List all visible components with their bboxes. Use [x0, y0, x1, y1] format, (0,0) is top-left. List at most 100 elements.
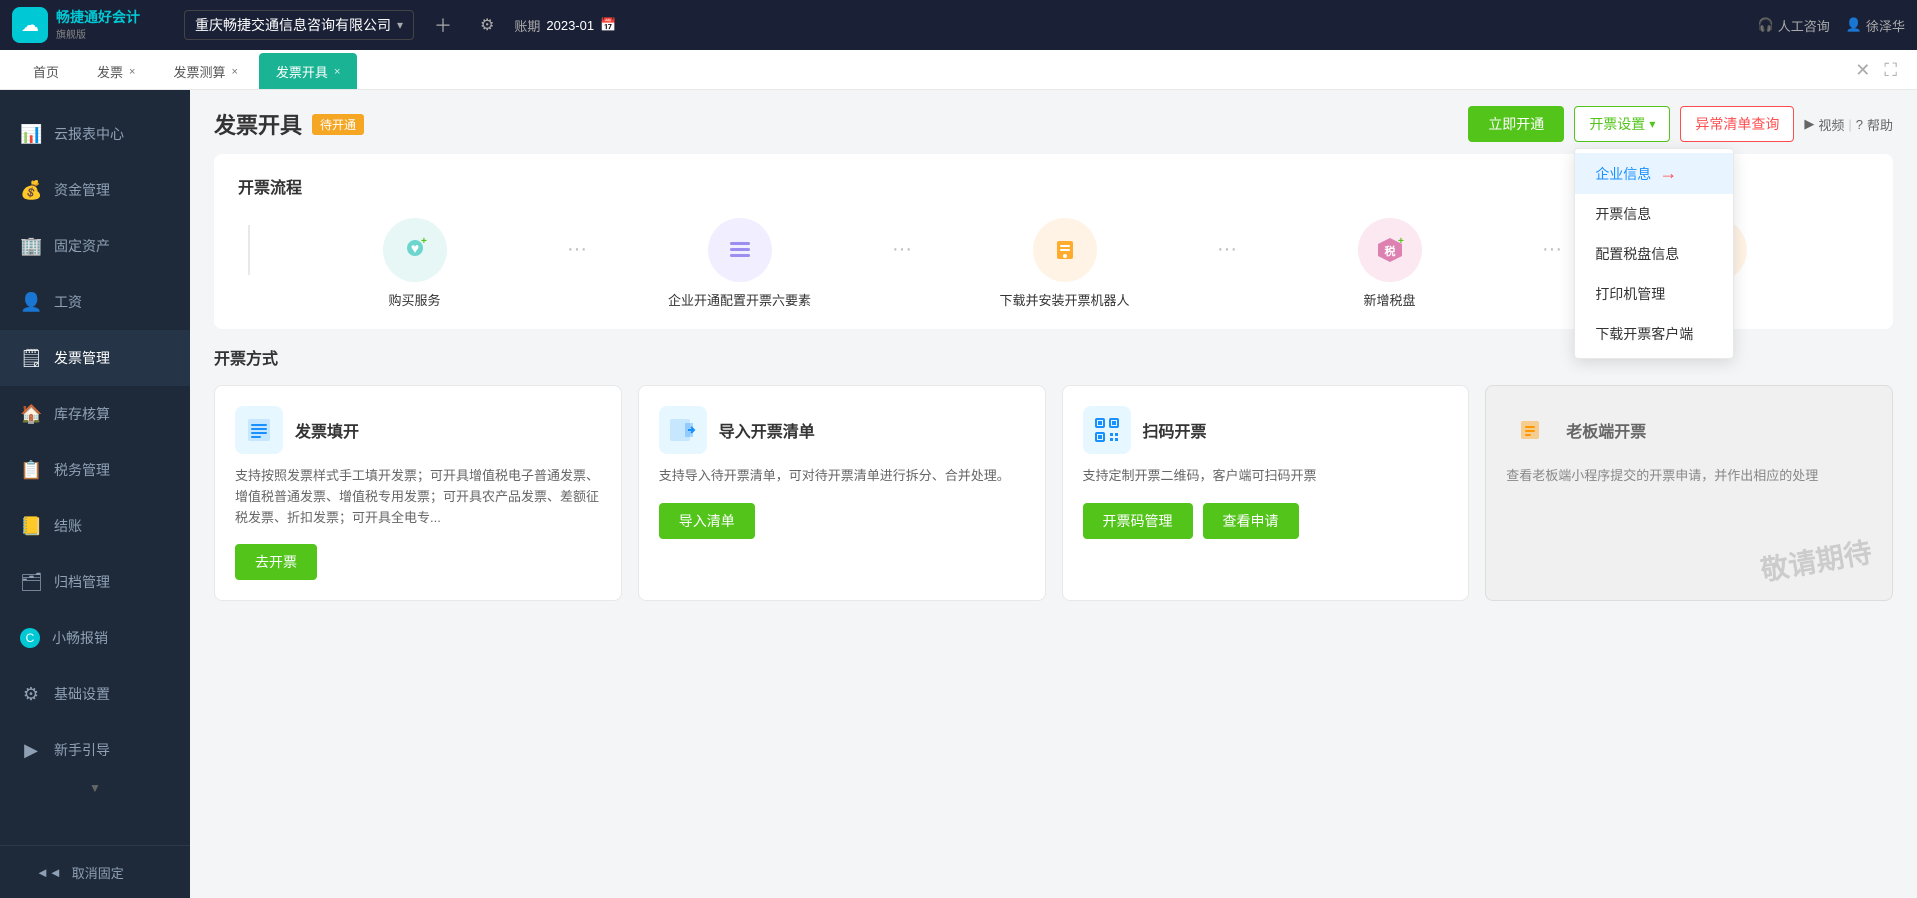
dropdown-invoice-info[interactable]: 开票信息 — [1575, 194, 1733, 234]
page-title: 发票开具 — [214, 108, 302, 140]
sidebar-cancel-pin[interactable]: ◄◄ 取消固定 — [16, 854, 174, 890]
tab-fapiao-label: 发票 — [97, 62, 123, 81]
flow-arrow-1: ··· — [567, 238, 587, 261]
fill-invoice-title: 发票填开 — [295, 418, 359, 442]
gudingzichan-icon: 🏢 — [20, 236, 42, 257]
sidebar-label-xinshou: 新手引导 — [54, 740, 110, 760]
sidebar-item-gudingzichan[interactable]: 🏢 固定资产 — [0, 218, 190, 274]
flow-step-buy: ♥ + 购买服务 — [270, 218, 559, 309]
sidebar-label-zijin: 资金管理 — [54, 180, 110, 200]
sidebar-item-jiezhang[interactable]: 📒 结账 — [0, 498, 190, 554]
flow-arrow-4: ··· — [1542, 238, 1562, 261]
scan-invoice-btns: 开票码管理 查看申请 — [1083, 503, 1449, 539]
scan-invoice-btn1[interactable]: 开票码管理 — [1083, 503, 1193, 539]
tabs-bar: 首页 发票 × 发票测算 × 发票开具 × ✕ ⛶ — [0, 50, 1917, 90]
sidebar-item-shuiwu[interactable]: 📋 税务管理 — [0, 442, 190, 498]
sidebar-label-jiezhang: 结账 — [54, 516, 82, 536]
sidebar-label-gongzi: 工资 — [54, 292, 82, 312]
tab-home[interactable]: 首页 — [16, 53, 76, 89]
period-value: 2023-01 — [546, 18, 594, 33]
sidebar: 📊 云报表中心 💰 资金管理 🏢 固定资产 👤 工资 🗒 发票管理 🏠 库存核算… — [0, 90, 190, 898]
page-title-area: 发票开具 待开通 — [214, 108, 364, 140]
abnormal-list-button[interactable]: 异常清单查询 — [1680, 106, 1794, 142]
sidebar-item-kucun[interactable]: 🏠 库存核算 — [0, 386, 190, 442]
sidebar-scroll-down[interactable]: ▼ — [0, 778, 190, 798]
tab-fapiao[interactable]: 发票 × — [80, 53, 152, 89]
guidang-icon: 🗂 — [20, 572, 42, 593]
sidebar-item-xinshou[interactable]: ▶ 新手引导 — [0, 722, 190, 778]
dropdown-tax-disk[interactable]: 配置税盘信息 — [1575, 234, 1733, 274]
flow-step-download: 下载并安装开票机器人 — [920, 218, 1209, 309]
tab-fapiao-calc-close[interactable]: × — [231, 66, 237, 78]
sidebar-item-fapiao[interactable]: 🗒 发票管理 — [0, 330, 190, 386]
tab-fapiao-close[interactable]: × — [129, 66, 135, 78]
video-button[interactable]: ▶ 视频 | ? 帮助 — [1804, 115, 1893, 134]
separator-line: | — [1848, 117, 1851, 132]
tab-fapiao-calc[interactable]: 发票测算 × — [156, 53, 254, 89]
tab-fapiao-open[interactable]: 发票开具 × — [259, 53, 357, 89]
dropdown-printer[interactable]: 打印机管理 — [1575, 274, 1733, 314]
flow-step-addtax-icon: 税 + — [1358, 218, 1422, 282]
xiaochang-icon: C — [20, 628, 40, 648]
fill-invoice-btn[interactable]: 去开票 — [235, 544, 317, 580]
flow-divider — [248, 225, 250, 275]
import-invoice-icon — [659, 406, 707, 454]
logo-area: ☁ 畅捷通好会计 旗舰版 — [12, 7, 172, 43]
calendar-icon[interactable]: 📅 — [600, 17, 616, 33]
boss-invoice-desc: 查看老板端小程序提交的开票申请，并作出相应的处理 — [1506, 466, 1872, 487]
maximize-window-icon[interactable]: ⛶ — [1880, 56, 1901, 85]
jichushezhi-icon: ⚙ — [20, 684, 42, 705]
flow-step-addtax: 税 + 新增税盘 — [1245, 218, 1534, 309]
method-scan-invoice: 扫码开票 支持定制开票二维码，客户端可扫码开票 开票码管理 查看申请 — [1062, 385, 1470, 601]
svg-text:税: 税 — [1384, 244, 1395, 258]
dropdown-label-company-info: 企业信息 — [1595, 164, 1651, 184]
dropdown-company-info[interactable]: 企业信息 → — [1575, 153, 1733, 194]
flow-step-addtax-label: 新增税盘 — [1364, 290, 1416, 309]
play-circle-icon: ▶ — [1804, 116, 1814, 132]
period-label: 账期 — [514, 16, 540, 35]
company-dropdown-icon: ▾ — [397, 18, 403, 32]
user-menu[interactable]: 👤 徐泽华 — [1846, 16, 1905, 35]
scan-invoice-btn2[interactable]: 查看申请 — [1203, 503, 1299, 539]
settings-gear-icon[interactable]: ⚙ — [472, 11, 502, 39]
svg-text:+: + — [1398, 236, 1404, 247]
header-right: 🎧 人工咨询 👤 徐泽华 — [1758, 16, 1905, 35]
app-name: 畅捷通好会计 — [56, 9, 140, 26]
gongzi-icon: 👤 — [20, 292, 42, 313]
fill-invoice-header: 发票填开 — [235, 406, 601, 454]
close-window-icon[interactable]: ✕ — [1851, 56, 1874, 85]
settings-button[interactable]: 开票设置 ▾ — [1574, 106, 1670, 142]
kucun-icon: 🏠 — [20, 404, 42, 425]
sidebar-label-yunbao: 云报表中心 — [54, 124, 124, 144]
activate-button[interactable]: 立即开通 — [1468, 106, 1564, 142]
dropdown-label-tax-disk: 配置税盘信息 — [1595, 244, 1679, 264]
company-selector[interactable]: 重庆畅捷交通信息咨询有限公司 ▾ — [184, 10, 414, 40]
sidebar-item-jichushezhi[interactable]: ⚙ 基础设置 — [0, 666, 190, 722]
add-button[interactable]: ＋ — [426, 8, 460, 42]
sidebar-item-gongzi[interactable]: 👤 工资 — [0, 274, 190, 330]
sidebar-item-xiaochang[interactable]: C 小畅报销 — [0, 610, 190, 666]
scan-invoice-icon — [1083, 406, 1131, 454]
methods-section: 开票方式 发票填开 — [214, 345, 1893, 601]
tab-fapiao-open-close[interactable]: × — [334, 66, 340, 78]
service-button[interactable]: 🎧 人工咨询 — [1758, 16, 1830, 35]
boss-invoice-icon — [1506, 406, 1554, 454]
svg-text:♥: ♥ — [410, 240, 418, 256]
method-import-invoice: 导入开票清单 支持导入待开票清单，可对待开票清单进行拆分、合并处理。 导入清单 — [638, 385, 1046, 601]
main-layout: 📊 云报表中心 💰 资金管理 🏢 固定资产 👤 工资 🗒 发票管理 🏠 库存核算… — [0, 90, 1917, 898]
sidebar-item-zijin[interactable]: 💰 资金管理 — [0, 162, 190, 218]
sidebar-item-yunbao[interactable]: 📊 云报表中心 — [0, 106, 190, 162]
app-logo-icon: ☁ — [12, 7, 48, 43]
import-invoice-btn[interactable]: 导入清单 — [659, 503, 755, 539]
tab-fapiao-open-label: 发票开具 — [276, 62, 328, 81]
flow-step-config-label: 企业开通配置开票六要素 — [668, 290, 811, 309]
jiezhang-icon: 📒 — [20, 516, 42, 537]
sidebar-label-gudingzichan: 固定资产 — [54, 236, 110, 256]
import-invoice-header: 导入开票清单 — [659, 406, 1025, 454]
dropdown-download-client[interactable]: 下载开票客户端 — [1575, 314, 1733, 354]
flow-step-download-label: 下载并安装开票机器人 — [1000, 290, 1130, 309]
method-boss-invoice: 老板端开票 查看老板端小程序提交的开票申请，并作出相应的处理 敬请期待 — [1485, 385, 1893, 601]
sidebar-item-guidang[interactable]: 🗂 归档管理 — [0, 554, 190, 610]
arrow-right-icon: → — [1659, 163, 1677, 184]
headset-icon: 🎧 — [1758, 17, 1774, 33]
